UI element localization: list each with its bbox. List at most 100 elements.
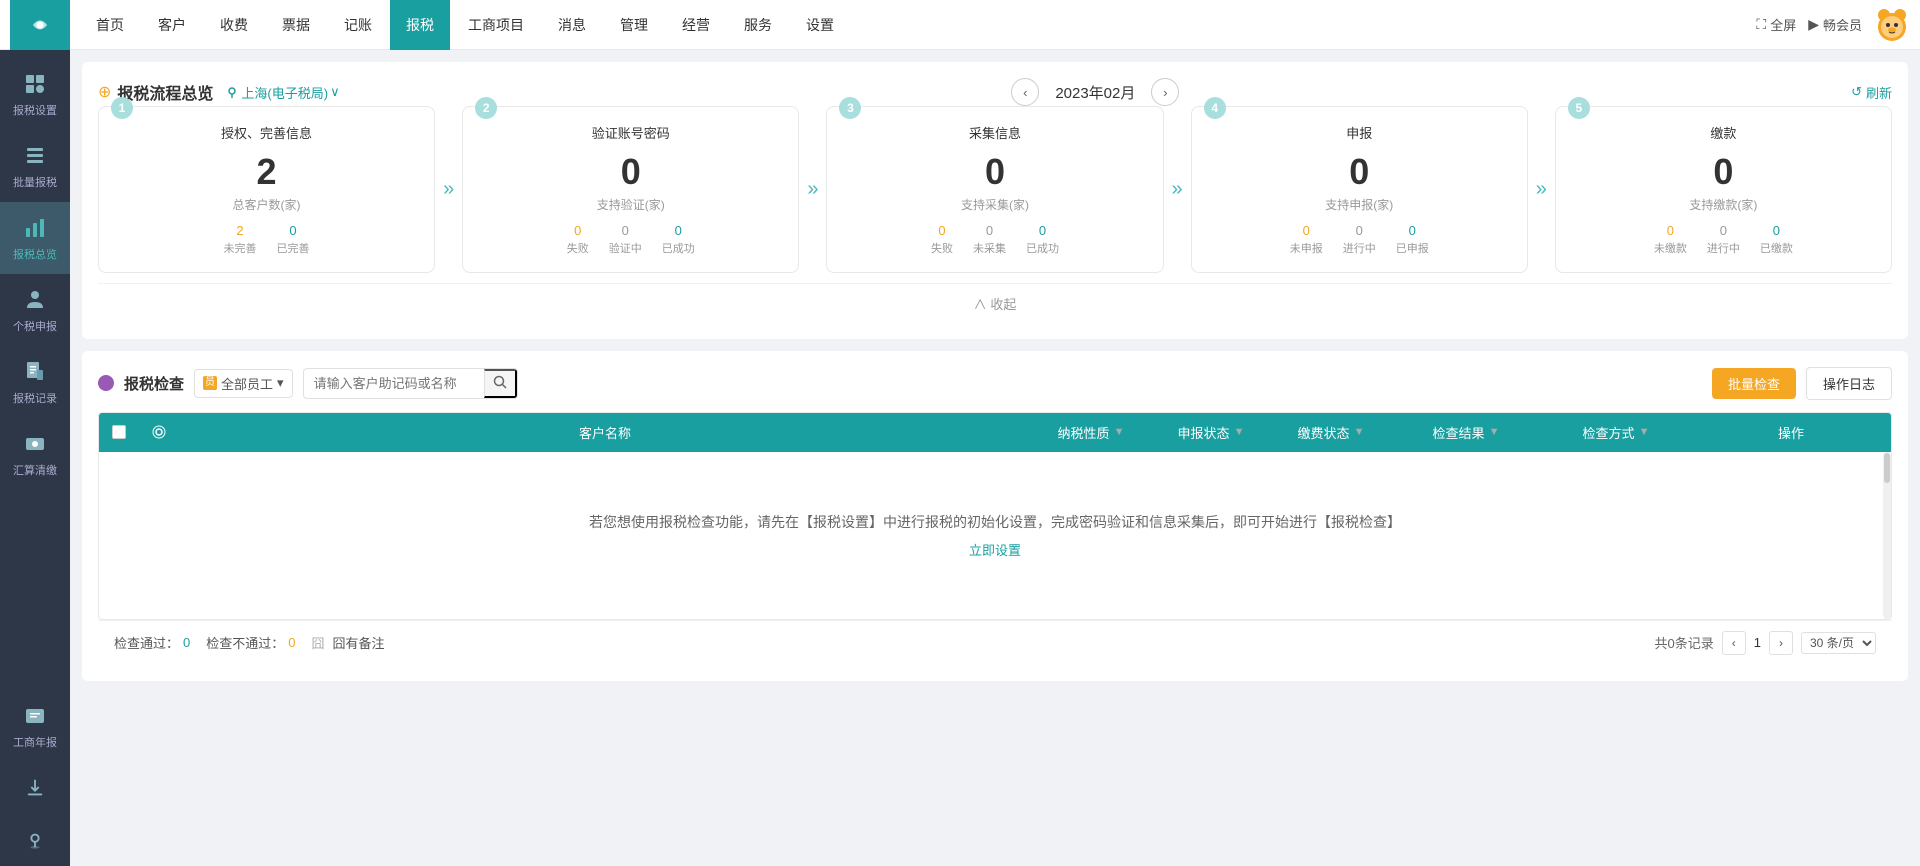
sidebar-item-annual-report[interactable]: 工商年报 [0, 690, 70, 762]
step5-stats: 0 未缴款 0 进行中 0 已缴款 [1572, 223, 1875, 256]
step3-stats: 0 失败 0 未采集 0 已成功 [843, 223, 1146, 256]
step1-title: 授权、完善信息 [115, 123, 418, 142]
setup-link[interactable]: 立即设置 [119, 540, 1871, 559]
step4-stat2[interactable]: 0 已申报 [1396, 223, 1429, 256]
staff-filter-icon: 员 [203, 376, 217, 390]
col-checkbox[interactable] [99, 413, 139, 452]
arrow3: » [1164, 106, 1191, 273]
pagination: 共0条记录 ‹ 1 › 30 条/页 [1655, 631, 1876, 655]
tax-records-icon [21, 358, 49, 386]
col-tax-type: 纳税性质 ▼ [1031, 413, 1151, 452]
fullscreen-icon: ⛶ [1756, 16, 1766, 33]
step5-count: 0 [1572, 152, 1875, 192]
avatar[interactable] [1874, 7, 1910, 43]
nav-tax[interactable]: 报税 [390, 0, 450, 50]
step5-title: 缴款 [1572, 123, 1875, 142]
sidebar-item-individual-tax[interactable]: 个税申报 [0, 274, 70, 346]
sidebar-item-tax-settings[interactable]: 报税设置 [0, 58, 70, 130]
filter-icon-pay[interactable]: ▼ [1354, 426, 1365, 438]
sidebar-item-overview[interactable]: 报税总览 [0, 202, 70, 274]
step4-stat1[interactable]: 0 进行中 [1343, 223, 1376, 256]
step2-stat1[interactable]: 0 验证中 [609, 223, 642, 256]
step2-count-label: 支持验证(家) [479, 196, 782, 213]
fullscreen-btn[interactable]: ⛶ 全屏 [1756, 15, 1796, 34]
nav-accounting[interactable]: 记账 [328, 0, 388, 50]
step3-stat2[interactable]: 0 已成功 [1026, 223, 1059, 256]
sidebar-label-tax-settings: 报税设置 [13, 102, 57, 118]
filter-icon-result[interactable]: ▼ [1489, 426, 1500, 438]
nav-business[interactable]: 经营 [666, 0, 726, 50]
refresh-btn[interactable]: ↺ 刷新 [1851, 83, 1892, 102]
add-icon: ⊕ [98, 82, 111, 102]
nav-settings[interactable]: 设置 [790, 0, 850, 50]
member-btn[interactable]: ▶ 畅会员 [1808, 15, 1862, 34]
step3-badge: 3 [839, 97, 861, 119]
log-button[interactable]: 操作日志 [1806, 367, 1892, 400]
nav-fee[interactable]: 收费 [204, 0, 264, 50]
step5-stat1[interactable]: 0 进行中 [1707, 223, 1740, 256]
col-settings[interactable] [139, 413, 179, 452]
location-pin-icon [225, 85, 239, 99]
col-check-result: 检查结果 ▼ [1391, 413, 1541, 452]
staff-filter[interactable]: 员 全部员工 ▾ [194, 369, 293, 398]
filter-icon-method[interactable]: ▼ [1639, 426, 1650, 438]
step2-count: 0 [479, 152, 782, 192]
fail-count[interactable]: 0 [288, 635, 295, 650]
filter-icon-report[interactable]: ▼ [1234, 426, 1245, 438]
search-button[interactable] [484, 369, 517, 398]
step4-stat0[interactable]: 0 未申报 [1290, 223, 1323, 256]
step5-card: 5 缴款 0 支持缴款(家) 0 未缴款 0 进行中 [1555, 106, 1892, 273]
step5-stat2[interactable]: 0 已缴款 [1760, 223, 1793, 256]
nav-message[interactable]: 消息 [542, 0, 602, 50]
step1-count: 2 [115, 152, 418, 192]
overview-icon [21, 214, 49, 242]
prev-page-btn[interactable]: ‹ [1722, 631, 1746, 655]
member-icon: ▶ [1808, 16, 1819, 33]
pass-count[interactable]: 0 [183, 635, 190, 650]
batch-tax-icon [21, 142, 49, 170]
sidebar-item-reconcile[interactable]: 汇算清缴 [0, 418, 70, 490]
batch-check-button[interactable]: 批量检查 [1712, 368, 1796, 399]
check-circle-icon [98, 375, 114, 391]
next-month-btn[interactable]: › [1151, 78, 1179, 106]
location-filter[interactable]: 上海(电子税局) ∨ [225, 83, 339, 102]
step3-stat0[interactable]: 0 失败 [931, 223, 953, 256]
filter-icon-taxtype[interactable]: ▼ [1114, 426, 1125, 438]
note-stat: 囧 囧有备注 [312, 633, 385, 652]
step1-badge: 1 [111, 97, 133, 119]
header-checkbox[interactable] [112, 425, 126, 439]
scrollbar-thumb[interactable] [1884, 453, 1890, 483]
step2-card: 2 验证账号密码 0 支持验证(家) 0 失败 0 验证中 [462, 106, 799, 273]
nav-service[interactable]: 服务 [728, 0, 788, 50]
sidebar-item-location[interactable] [0, 814, 70, 866]
logo [10, 0, 70, 50]
arrow2: » [799, 106, 826, 273]
step1-stat0[interactable]: 2 未完善 [224, 223, 257, 256]
nav-manage[interactable]: 管理 [604, 0, 664, 50]
step4-badge: 4 [1204, 97, 1226, 119]
search-box [303, 368, 518, 399]
next-page-btn[interactable]: › [1769, 631, 1793, 655]
step3-stat1[interactable]: 0 未采集 [973, 223, 1006, 256]
prev-month-btn[interactable]: ‹ [1011, 78, 1039, 106]
note-icon: 囧 [312, 633, 325, 652]
scrollbar[interactable] [1883, 452, 1891, 619]
search-input[interactable] [304, 372, 484, 395]
reconcile-icon [21, 430, 49, 458]
nav-home[interactable]: 首页 [80, 0, 140, 50]
sidebar-item-tax-records[interactable]: 报税记录 [0, 346, 70, 418]
annual-report-icon [21, 702, 49, 730]
per-page-select[interactable]: 30 条/页 [1801, 632, 1876, 654]
sidebar-item-download[interactable] [0, 762, 70, 814]
nav-customer[interactable]: 客户 [142, 0, 202, 50]
nav-commerce[interactable]: 工商项目 [452, 0, 540, 50]
step2-stat0[interactable]: 0 失败 [567, 223, 589, 256]
step5-stat0[interactable]: 0 未缴款 [1654, 223, 1687, 256]
col-actions: 操作 [1691, 413, 1891, 452]
step1-stat1[interactable]: 0 已完善 [277, 223, 310, 256]
sidebar-item-batch-tax[interactable]: 批量报税 [0, 130, 70, 202]
overview-title: 报税流程总览 [117, 80, 213, 104]
step2-stat2[interactable]: 0 已成功 [662, 223, 695, 256]
nav-bill[interactable]: 票据 [266, 0, 326, 50]
collapse-bar[interactable]: ∧ 收起 [98, 283, 1892, 323]
